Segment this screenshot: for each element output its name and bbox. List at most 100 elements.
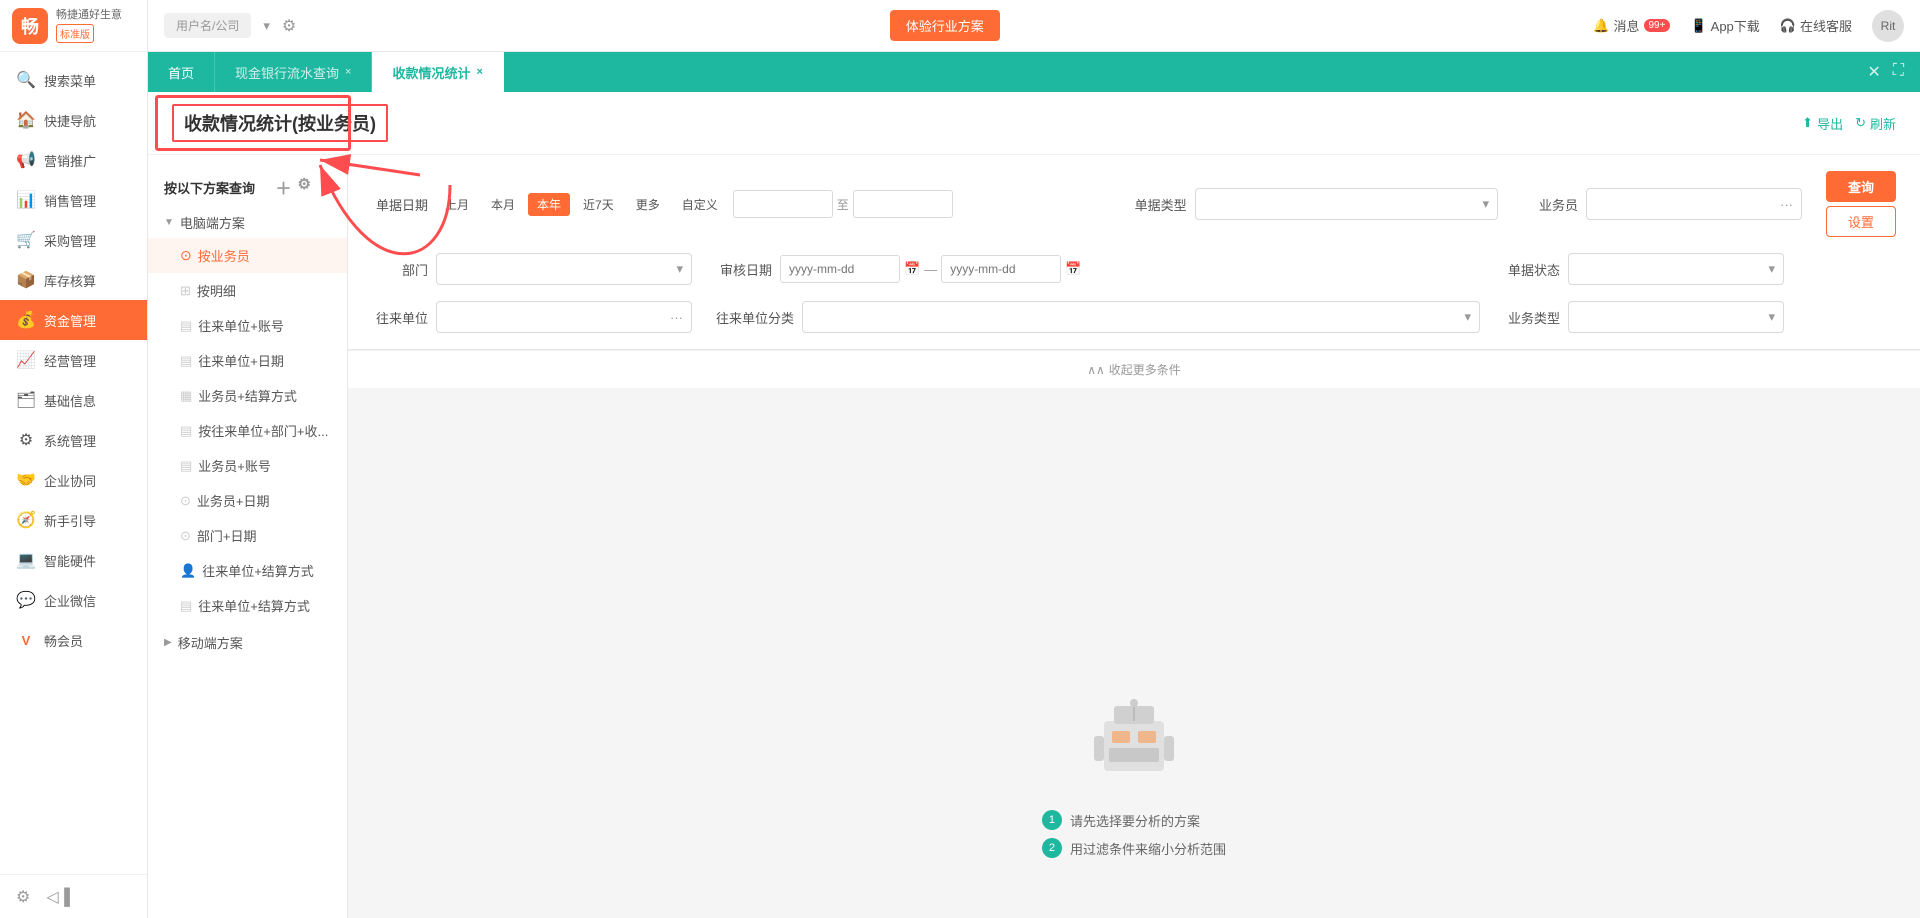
sidebar-item-basic[interactable]: 🗂 基础信息 xyxy=(0,380,147,420)
user-avatar: Rit xyxy=(1872,10,1904,42)
sidebar-item-hardware[interactable]: 💻 智能硬件 xyxy=(0,540,147,580)
query-button[interactable]: 查询 xyxy=(1826,171,1896,202)
date-range: 2023-01-01 至 2023-12-31 xyxy=(733,190,953,218)
topbar-gear-icon[interactable]: ⚙ xyxy=(282,16,296,36)
sidebar-item-purchase[interactable]: 🛒 采购管理 xyxy=(0,220,147,260)
partner-more-icon[interactable]: ··· xyxy=(670,310,683,325)
scheme-item-salesperson-settle[interactable]: ▦ 业务员+结算方式 xyxy=(148,378,347,413)
collapse-sidebar-icon[interactable]: ◁▐ xyxy=(46,887,70,907)
sidebar-item-purchase-label: 采购管理 xyxy=(44,231,96,250)
sidebar-item-wechat-label: 企业微信 xyxy=(44,591,96,610)
settings-button[interactable]: 设置 xyxy=(1826,206,1896,237)
user-info[interactable]: Rit xyxy=(1872,10,1904,42)
doc-status-chevron: ▾ xyxy=(1768,261,1775,277)
scheme-item-label: 往来单位+日期 xyxy=(198,351,284,370)
scheme-item-partner-settle2[interactable]: ▤ 往来单位+结算方式 xyxy=(148,588,347,623)
sidebar-item-guide[interactable]: 🧭 新手引导 xyxy=(0,500,147,540)
salesperson-more-icon[interactable]: ··· xyxy=(1780,197,1793,212)
sidebar-item-search[interactable]: 🔍 搜索菜单 xyxy=(0,60,147,100)
partner-control[interactable]: ··· xyxy=(436,301,692,333)
tab-bank-close-icon[interactable]: × xyxy=(345,66,351,78)
sidebar-item-member[interactable]: V 畅会员 xyxy=(0,620,147,660)
close-window-icon[interactable]: ✕ xyxy=(1867,62,1880,82)
review-date-dash: — xyxy=(924,262,937,277)
result-area: 1 请先选择要分析的方案 2 用过滤条件来缩小分析范围 xyxy=(348,388,1920,918)
sidebar-item-sales[interactable]: 📊 销售管理 xyxy=(0,180,147,220)
sidebar: 畅 畅捷通好生意 标准版 🔍 搜索菜单 🏠 快捷导航 📢 营销推广 📊 销售管理… xyxy=(0,0,148,918)
review-date-label: 审核日期 xyxy=(716,260,772,279)
sidebar-item-wechat[interactable]: 💬 企业微信 xyxy=(0,580,147,620)
scheme-item-partner-settle1[interactable]: 👤 往来单位+结算方式 xyxy=(148,553,347,588)
tab-home[interactable]: 首页 xyxy=(148,52,215,92)
sidebar-item-shortcut[interactable]: 🏠 快捷导航 xyxy=(0,100,147,140)
sidebar-item-marketing[interactable]: 📢 营销推广 xyxy=(0,140,147,180)
doc-type-dropdown[interactable]: ▾ xyxy=(1195,188,1498,220)
tab-receivable-close-icon[interactable]: × xyxy=(476,66,482,78)
online-service-button[interactable]: 🎧 在线客服 xyxy=(1780,16,1852,35)
scheme-group-desktop-title[interactable]: ▼ 电脑端方案 xyxy=(148,207,347,238)
tab-bank[interactable]: 现金银行流水查询 × xyxy=(215,52,372,92)
doc-status-dropdown[interactable]: ▾ xyxy=(1568,253,1784,285)
scheme-item-partner-dept[interactable]: ▤ 按往来单位+部门+收... xyxy=(148,413,347,448)
sidebar-item-system-label: 系统管理 xyxy=(44,431,96,450)
refresh-button[interactable]: ↻ 刷新 xyxy=(1855,114,1896,133)
industry-solution-button[interactable]: 体验行业方案 xyxy=(890,10,1000,41)
manage-scheme-icon[interactable]: ⚙ xyxy=(298,175,311,199)
sidebar-nav: 🔍 搜索菜单 🏠 快捷导航 📢 营销推广 📊 销售管理 🛒 采购管理 📦 库存核… xyxy=(0,52,147,874)
scheme-item-by-salesperson[interactable]: ⊙ 按业务员 xyxy=(148,238,347,273)
settings-bottom-icon[interactable]: ⚙ xyxy=(16,887,30,907)
filter-item-partner: 往来单位 ··· xyxy=(372,301,692,333)
topbar-dropdown-icon[interactable]: ▾ xyxy=(263,18,270,34)
scheme-item-salesperson-account[interactable]: ▤ 业务员+账号 xyxy=(148,448,347,483)
scheme-item-salesperson-date[interactable]: ⊙ 业务员+日期 xyxy=(148,483,347,518)
scheme-item-detail[interactable]: ⊞ 按明细 xyxy=(148,273,347,308)
scheme-item-partner-account[interactable]: ▤ 往来单位+账号 xyxy=(148,308,347,343)
scheme-item-dept-date[interactable]: ⊙ 部门+日期 xyxy=(148,518,347,553)
scheme-item-partner-date[interactable]: ▤ 往来单位+日期 xyxy=(148,343,347,378)
tab-bank-label: 现金银行流水查询 xyxy=(235,63,339,82)
biz-type-dropdown[interactable]: ▾ xyxy=(1568,301,1784,333)
this-year-btn[interactable]: 本年 xyxy=(528,193,570,216)
sidebar-item-corp[interactable]: 🤝 企业协同 xyxy=(0,460,147,500)
app-download-button[interactable]: 📱 App下载 xyxy=(1690,16,1759,35)
scheme-group-mobile-title[interactable]: ▶ 移动端方案 xyxy=(148,627,347,658)
date-to-input[interactable]: 2023-12-31 xyxy=(853,190,953,218)
salesperson-dropdown[interactable]: ··· xyxy=(1586,188,1802,220)
last-7-days-btn[interactable]: 近7天 xyxy=(574,193,623,216)
this-month-btn[interactable]: 本月 xyxy=(482,193,524,216)
table-icon4: ▤ xyxy=(180,458,192,474)
messages-button[interactable]: 🔔 消息 99+ xyxy=(1593,16,1670,35)
scheme-item-label: 按业务员 xyxy=(198,246,250,265)
sidebar-item-inventory[interactable]: 📦 库存核算 xyxy=(0,260,147,300)
partner-category-dropdown[interactable]: ▾ xyxy=(802,301,1480,333)
last-month-btn[interactable]: 上月 xyxy=(436,193,478,216)
collapse-icon: ∧∧ xyxy=(1087,363,1105,377)
collapse-scheme-icon[interactable]: 《 xyxy=(317,175,331,199)
sidebar-item-system[interactable]: ⚙ 系统管理 xyxy=(0,420,147,460)
dept-dropdown[interactable]: ▾ xyxy=(436,253,692,285)
sidebar-item-finance[interactable]: 💰 资金管理 xyxy=(0,300,147,340)
add-scheme-icon[interactable]: ＋ xyxy=(276,175,292,199)
review-date-cal-icon1[interactable]: 📅 xyxy=(904,261,920,277)
date-from-input[interactable]: 2023-01-01 xyxy=(733,190,833,218)
review-date-from-input[interactable] xyxy=(780,255,900,283)
date-filter-label: 单据日期 xyxy=(372,195,428,214)
list-icon: ⊞ xyxy=(180,283,191,299)
review-date-cal-icon2[interactable]: 📅 xyxy=(1065,261,1081,277)
tab-receivable[interactable]: 收款情况统计 × xyxy=(372,52,503,92)
export-button[interactable]: ⬆ 导出 xyxy=(1802,114,1843,133)
review-date-to-input[interactable] xyxy=(941,255,1061,283)
sidebar-item-sales-label: 销售管理 xyxy=(44,191,96,210)
sidebar-item-operation[interactable]: 📈 经营管理 xyxy=(0,340,147,380)
scheme-group-mobile: ▶ 移动端方案 xyxy=(148,627,347,658)
collapse-bar[interactable]: ∧∧ 收起更多条件 xyxy=(348,350,1920,388)
tab-receivable-label: 收款情况统计 xyxy=(392,63,470,82)
download-icon: 📱 xyxy=(1690,18,1706,34)
more-date-btn[interactable]: 更多 xyxy=(627,193,669,216)
maximize-window-icon[interactable]: ⛶ xyxy=(1893,62,1904,82)
filter-item-partner-category: 往来单位分类 ▾ xyxy=(716,301,1480,333)
person-icon: 👤 xyxy=(180,563,196,579)
hardware-icon: 💻 xyxy=(16,550,36,570)
logo-icon: 畅 xyxy=(12,8,48,44)
custom-date-btn[interactable]: 自定义 xyxy=(673,193,727,216)
